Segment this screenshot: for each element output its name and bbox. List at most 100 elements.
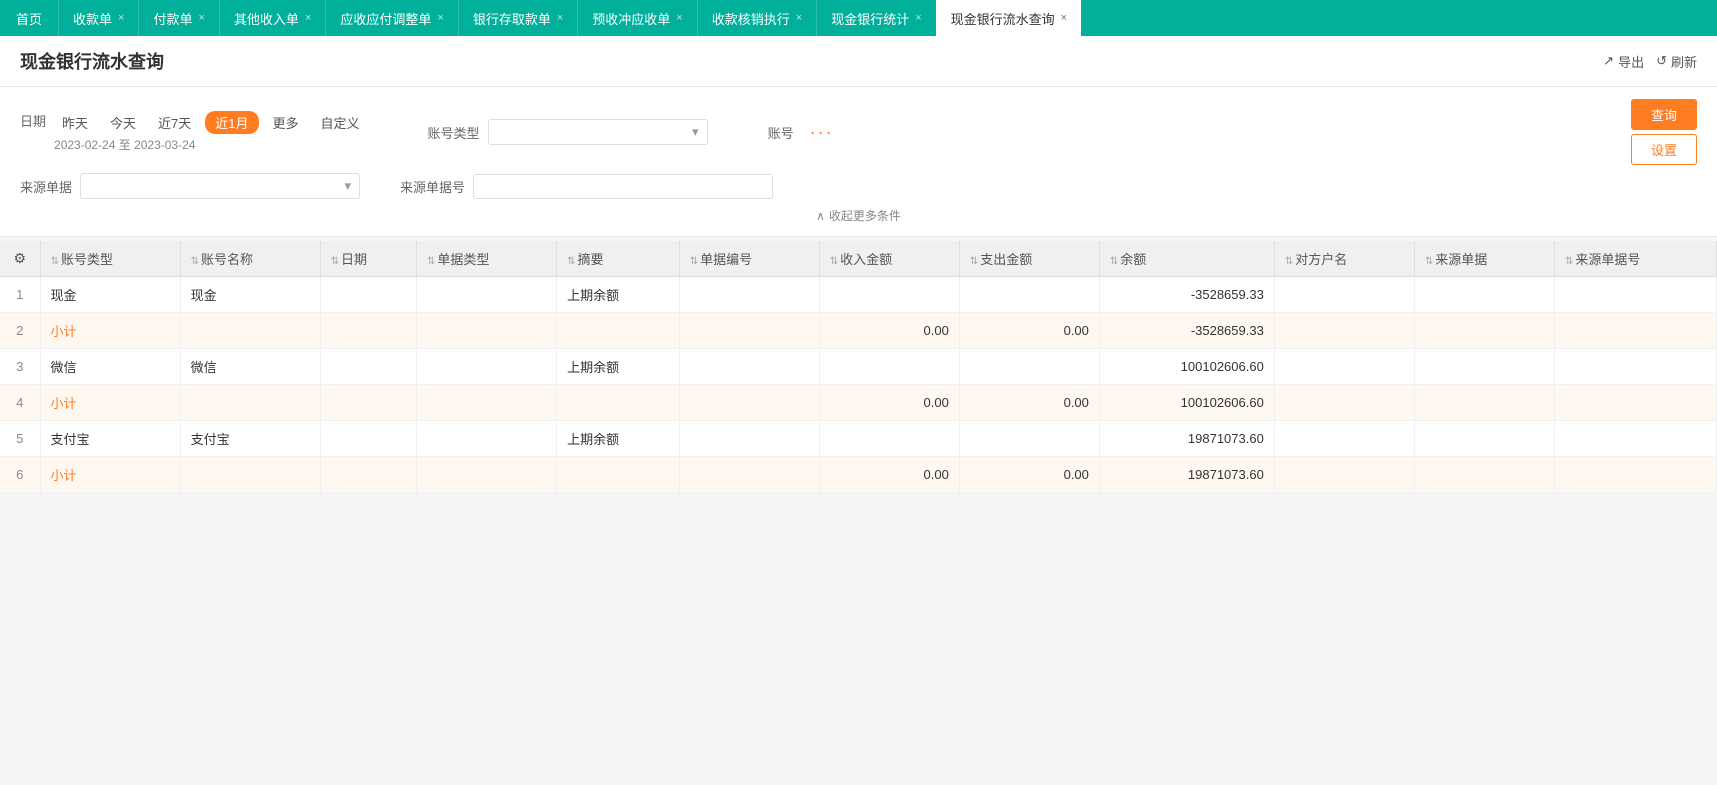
export-button[interactable]: ↗ 导出 (1603, 52, 1644, 71)
date-option-近7天[interactable]: 近7天 (150, 111, 199, 134)
close-icon[interactable]: × (796, 12, 802, 24)
cell-balance: 19871073.60 (1099, 421, 1274, 457)
subtotal-row: 6小计0.000.0019871073.60 (0, 457, 1717, 493)
cell-gear: 4 (0, 385, 40, 421)
nav-tab-label: 收款单 (73, 9, 112, 28)
refresh-icon: ↺ (1656, 53, 1667, 69)
subtotal-row: 2小计0.000.00-3528659.33 (0, 313, 1717, 349)
source-doc-label: 来源单据 (20, 177, 72, 196)
collapse-bar[interactable]: ∧ 收起更多条件 (20, 207, 1697, 224)
close-icon[interactable]: × (557, 12, 563, 24)
cell-doc_no (679, 421, 819, 457)
cell-date (320, 313, 416, 349)
col-sort-icon[interactable]: ⇅ (1425, 256, 1433, 267)
date-option-昨天[interactable]: 昨天 (54, 111, 96, 134)
date-range: 2023-02-24 至 2023-03-24 (54, 136, 368, 153)
cell-source_doc (1414, 385, 1554, 421)
col-sort-icon[interactable]: ⇅ (331, 256, 339, 267)
col-sort-icon[interactable]: ⇅ (830, 256, 838, 267)
nav-tab-label: 付款单 (153, 9, 192, 28)
subtotal-row: 4小计0.000.00100102606.60 (0, 385, 1717, 421)
nav-tab-银行存取款单[interactable]: 银行存取款单 × (458, 0, 577, 36)
col-sort-icon[interactable]: ⇅ (1285, 256, 1293, 267)
cell-counterpart (1274, 277, 1414, 313)
source-doc-select[interactable]: ▾ (80, 173, 360, 199)
col-sort-icon[interactable]: ⇅ (191, 256, 199, 267)
refresh-button[interactable]: ↺ 刷新 (1656, 52, 1697, 71)
cell-summary (557, 313, 680, 349)
close-icon[interactable]: × (437, 12, 443, 24)
table-row: 1现金现金上期余额-3528659.33 (0, 277, 1717, 313)
column-account_type: ⇅账号类型 (40, 241, 180, 277)
column-summary: ⇅摘要 (557, 241, 680, 277)
nav-tab-预收冲应收单[interactable]: 预收冲应收单× (577, 0, 696, 36)
col-sort-icon[interactable]: ⇅ (970, 256, 978, 267)
col-sort-icon[interactable]: ⇅ (51, 256, 59, 267)
account-type-select[interactable]: ▾ (488, 119, 708, 145)
cell-source_doc (1414, 421, 1554, 457)
query-button[interactable]: 查询 (1631, 99, 1697, 130)
nav-tab-label: 现金银行流水查询 (951, 9, 1055, 28)
nav-tab-现金银行流水查询[interactable]: 现金银行流水查询 × (936, 0, 1081, 36)
nav-tab-其他收入单[interactable]: 其他收入单 × (219, 0, 325, 36)
cell-doc_type (417, 313, 557, 349)
nav-tab-应收应付调整单[interactable]: 应收应付调整单× (325, 0, 457, 36)
col-label-income: 收入金额 (840, 252, 892, 267)
cell-balance: -3528659.33 (1099, 277, 1274, 313)
close-icon[interactable]: × (198, 12, 204, 24)
source-doc-no-input[interactable] (473, 174, 773, 199)
filter-row-1: 日期 昨天今天近7天近1月更多自定义 2023-02-24 至 2023-03-… (20, 99, 1697, 165)
cell-source_doc_no (1554, 385, 1716, 421)
close-icon[interactable]: × (118, 12, 124, 24)
nav-tab-付款单[interactable]: 付款单 × (138, 0, 218, 36)
date-option-近1月[interactable]: 近1月 (205, 111, 258, 134)
cell-date (320, 277, 416, 313)
col-sort-icon[interactable]: ⇅ (1110, 256, 1118, 267)
account-more-button[interactable]: ··· (802, 118, 842, 147)
column-income: ⇅收入金额 (819, 241, 959, 277)
cell-source_doc (1414, 349, 1554, 385)
nav-tab-label: 收款核销执行 (712, 9, 790, 28)
column-balance: ⇅余额 (1099, 241, 1274, 277)
cell-expense (959, 349, 1099, 385)
close-icon[interactable]: × (915, 12, 921, 24)
cell-doc_no (679, 457, 819, 493)
date-option-更多[interactable]: 更多 (265, 111, 307, 134)
cell-account_name (180, 457, 320, 493)
gear-icon[interactable]: ⚙ (13, 250, 26, 266)
cell-source_doc_no (1554, 421, 1716, 457)
nav-tab-label: 银行存取款单 (473, 9, 551, 28)
nav-tab-label: 其他收入单 (234, 9, 299, 28)
account-filter: 账号 ··· (768, 118, 842, 147)
date-option-今天[interactable]: 今天 (102, 111, 144, 134)
close-icon[interactable]: × (305, 12, 311, 24)
column-expense: ⇅支出金额 (959, 241, 1099, 277)
col-sort-icon[interactable]: ⇅ (567, 256, 575, 267)
cell-expense: 0.00 (959, 457, 1099, 493)
cell-doc_no (679, 349, 819, 385)
nav-tab-现金银行统计[interactable]: 现金银行统计× (816, 0, 935, 36)
col-label-doc_no: 单据编号 (700, 252, 752, 267)
col-sort-icon[interactable]: ⇅ (690, 256, 698, 267)
col-sort-icon[interactable]: ⇅ (427, 256, 435, 267)
close-icon[interactable]: × (1061, 12, 1067, 24)
data-table: ⚙⇅账号类型⇅账号名称⇅日期⇅单据类型⇅摘要⇅单据编号⇅收入金额⇅支出金额⇅余额… (0, 241, 1717, 493)
cell-gear: 2 (0, 313, 40, 349)
nav-tab-收款核销执行[interactable]: 收款核销执行 × (697, 0, 816, 36)
cell-counterpart (1274, 313, 1414, 349)
nav-tab-收款单[interactable]: 收款单 × (58, 0, 138, 36)
cell-income: 0.00 (819, 457, 959, 493)
settings-button[interactable]: 设置 (1631, 134, 1697, 165)
col-label-date: 日期 (341, 252, 367, 267)
column-doc_no: ⇅单据编号 (679, 241, 819, 277)
nav-home[interactable]: 首页 (0, 0, 58, 36)
cell-account_type: 微信 (40, 349, 180, 385)
col-label-expense: 支出金额 (980, 252, 1032, 267)
header-actions: ↗ 导出 ↺ 刷新 (1603, 52, 1697, 71)
close-icon[interactable]: × (676, 12, 682, 24)
cell-account_type: 小计 (40, 385, 180, 421)
cell-summary: 上期余额 (557, 421, 680, 457)
export-label: 导出 (1618, 52, 1644, 71)
date-option-自定义[interactable]: 自定义 (313, 111, 368, 134)
col-sort-icon[interactable]: ⇅ (1565, 256, 1573, 267)
